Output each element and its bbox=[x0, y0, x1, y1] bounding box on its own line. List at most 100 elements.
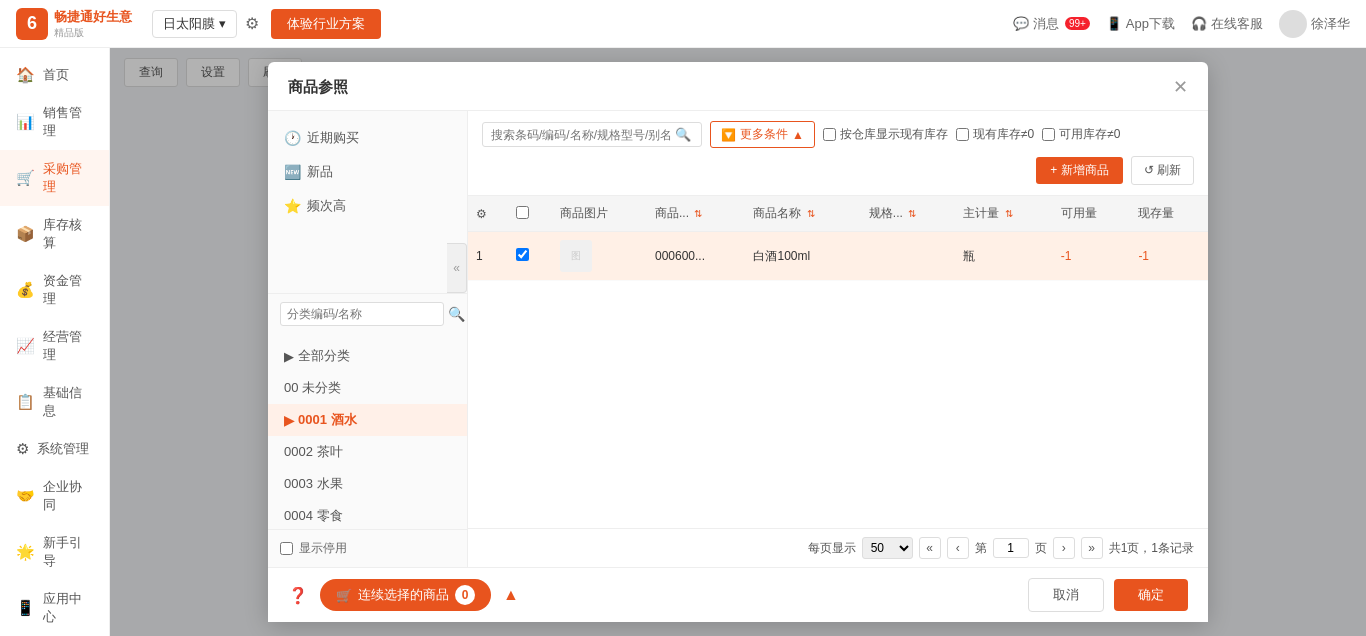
row-index: 1 bbox=[468, 232, 508, 281]
category-search-row: 🔍 bbox=[268, 293, 467, 334]
page-unit: 页 bbox=[1035, 540, 1047, 557]
category-item-0001[interactable]: ▶ 0001 酒水 bbox=[268, 404, 467, 436]
th-spec[interactable]: 规格... ⇅ bbox=[861, 196, 956, 232]
row-spec-cell bbox=[861, 232, 956, 281]
quick-tab-recent[interactable]: 🕐 近期购买 bbox=[268, 121, 467, 155]
sidebar-item-finance[interactable]: 💰 资金管理 bbox=[0, 262, 109, 318]
th-code-label: 商品... bbox=[655, 206, 689, 220]
bottom-right-actions: 取消 确定 bbox=[1028, 578, 1188, 612]
category-label-all: 全部分类 bbox=[298, 347, 350, 365]
add-product-button[interactable]: + 新增商品 bbox=[1036, 157, 1122, 184]
select-all-checkbox[interactable] bbox=[516, 206, 529, 219]
sidebar-item-operations[interactable]: 📈 经营管理 bbox=[0, 318, 109, 374]
quick-tab-new[interactable]: 🆕 新品 bbox=[268, 155, 467, 189]
modal-close-button[interactable]: ✕ bbox=[1173, 76, 1188, 98]
sidebar-item-sales[interactable]: 📊 销售管理 bbox=[0, 94, 109, 150]
settings-icon[interactable]: ⚙ bbox=[245, 14, 259, 33]
th-unit[interactable]: 主计量 ⇅ bbox=[955, 196, 1052, 232]
online-service-item[interactable]: 🎧 在线客服 bbox=[1191, 15, 1263, 33]
sidebar-item-guide[interactable]: 🌟 新手引导 bbox=[0, 524, 109, 580]
show-disabled-label[interactable]: 显示停用 bbox=[299, 540, 347, 557]
category-item-all[interactable]: ▶ 全部分类 bbox=[268, 340, 467, 372]
filter-funnel-icon: 🔽 bbox=[721, 128, 736, 142]
th-checkbox bbox=[508, 196, 551, 232]
table-row[interactable]: 1 图 000600... bbox=[468, 232, 1208, 281]
prev-page-button[interactable]: ‹ bbox=[947, 537, 969, 559]
page-number-input[interactable] bbox=[993, 538, 1029, 558]
next-page-button[interactable]: › bbox=[1053, 537, 1075, 559]
available-stock-filter[interactable]: 现有库存≠0 bbox=[956, 126, 1034, 143]
cart-icon: 🛒 bbox=[336, 588, 352, 603]
ops-icon: 📈 bbox=[16, 337, 35, 355]
row-stock: -1 bbox=[1138, 249, 1149, 263]
sidebar-item-appcenter[interactable]: 📱 应用中心 bbox=[0, 580, 109, 636]
cart-button[interactable]: 🛒 连续选择的商品 0 bbox=[320, 579, 491, 611]
pagination-bar: 每页显示 50 100 200 « ‹ 第 页 › bbox=[468, 528, 1208, 567]
filter-bar: 🔍 🔽 更多条件 ▲ 按仓库显示现有库存 bbox=[468, 111, 1208, 196]
last-page-button[interactable]: » bbox=[1081, 537, 1103, 559]
th-spec-label: 规格... bbox=[869, 206, 903, 220]
first-page-button[interactable]: « bbox=[919, 537, 941, 559]
sidebar-item-inventory[interactable]: 📦 库存核算 bbox=[0, 206, 109, 262]
trial-button[interactable]: 体验行业方案 bbox=[271, 9, 381, 39]
available-stock-label: 现有库存≠0 bbox=[973, 126, 1034, 143]
messages-item[interactable]: 💬 消息 99+ bbox=[1013, 15, 1090, 33]
sidebar-label-system: 系统管理 bbox=[37, 440, 89, 458]
sidebar-label-guide: 新手引导 bbox=[43, 534, 93, 570]
usable-stock-filter[interactable]: 可用库存≠0 bbox=[1042, 126, 1120, 143]
chevron-up-icon: ▲ bbox=[792, 128, 804, 142]
frequent-icon: ⭐ bbox=[284, 198, 301, 214]
row-checkbox[interactable] bbox=[516, 248, 529, 261]
category-item-0002[interactable]: 0002 茶叶 bbox=[268, 436, 467, 468]
by-warehouse-filter[interactable]: 按仓库显示现有库存 bbox=[823, 126, 948, 143]
user-avatar[interactable]: 徐泽华 bbox=[1279, 10, 1350, 38]
by-warehouse-checkbox[interactable] bbox=[823, 128, 836, 141]
avatar-circle bbox=[1279, 10, 1307, 38]
category-item-00[interactable]: 00 未分类 bbox=[268, 372, 467, 404]
main-layout: 🏠 首页 📊 销售管理 🛒 采购管理 📦 库存核算 💰 资金管理 📈 经营管理 … bbox=[0, 48, 1366, 636]
sidebar-item-home[interactable]: 🏠 首页 bbox=[0, 56, 109, 94]
product-search-icon[interactable]: 🔍 bbox=[675, 127, 691, 142]
th-name[interactable]: 商品名称 ⇅ bbox=[745, 196, 860, 232]
sidebar-label-basics: 基础信息 bbox=[43, 384, 93, 420]
refresh-button[interactable]: ↺ 刷新 bbox=[1131, 156, 1194, 185]
basics-icon: 📋 bbox=[16, 393, 35, 411]
sidebar-item-collab[interactable]: 🤝 企业协同 bbox=[0, 468, 109, 524]
sidebar-label-finance: 资金管理 bbox=[43, 272, 93, 308]
row-available-cell: -1 bbox=[1053, 232, 1131, 281]
show-disabled-checkbox[interactable] bbox=[280, 542, 293, 555]
category-item-0004[interactable]: 0004 零食 bbox=[268, 500, 467, 529]
confirm-button[interactable]: 确定 bbox=[1114, 579, 1188, 611]
modal-body: 🕐 近期购买 🆕 新品 ⭐ 频次高 bbox=[268, 111, 1208, 567]
more-conditions-button[interactable]: 🔽 更多条件 ▲ bbox=[710, 121, 815, 148]
category-search-icon[interactable]: 🔍 bbox=[448, 306, 465, 322]
sidebar-item-basics[interactable]: 📋 基础信息 bbox=[0, 374, 109, 430]
th-code[interactable]: 商品... ⇅ bbox=[647, 196, 746, 232]
collapse-panel-button[interactable]: « bbox=[447, 243, 467, 293]
sidebar-label-appcenter: 应用中心 bbox=[43, 590, 93, 626]
category-item-0003[interactable]: 0003 水果 bbox=[268, 468, 467, 500]
category-search-input[interactable] bbox=[280, 302, 444, 326]
modal-bottom-bar: ❓ 🛒 连续选择的商品 0 ▲ 取消 确定 bbox=[268, 567, 1208, 622]
sales-icon: 📊 bbox=[16, 113, 35, 131]
th-available: 可用量 bbox=[1053, 196, 1131, 232]
per-page-select[interactable]: 50 100 200 bbox=[862, 537, 913, 559]
sidebar-label-home: 首页 bbox=[43, 66, 69, 84]
th-stock-label: 现存量 bbox=[1138, 206, 1174, 220]
table-header: ⚙ 商品图片 bbox=[468, 196, 1208, 232]
product-search-input[interactable] bbox=[491, 128, 671, 142]
company-selector[interactable]: 日太阳膜 ▾ bbox=[152, 10, 237, 38]
total-info: 共1页，1条记录 bbox=[1109, 540, 1194, 557]
cancel-button[interactable]: 取消 bbox=[1028, 578, 1104, 612]
sidebar-label-inventory: 库存核算 bbox=[43, 216, 93, 252]
more-conditions-label: 更多条件 bbox=[740, 126, 788, 143]
usable-stock-checkbox[interactable] bbox=[1042, 128, 1055, 141]
th-gear[interactable]: ⚙ bbox=[468, 196, 508, 232]
collapse-up-icon[interactable]: ▲ bbox=[503, 586, 519, 604]
app-download-item[interactable]: 📱 App下载 bbox=[1106, 15, 1175, 33]
sidebar-item-purchase[interactable]: 🛒 采购管理 bbox=[0, 150, 109, 206]
available-stock-checkbox[interactable] bbox=[956, 128, 969, 141]
sidebar-item-system[interactable]: ⚙ 系统管理 bbox=[0, 430, 109, 468]
quick-tab-frequent[interactable]: ⭐ 频次高 bbox=[268, 189, 467, 223]
help-icon[interactable]: ❓ bbox=[288, 586, 308, 605]
